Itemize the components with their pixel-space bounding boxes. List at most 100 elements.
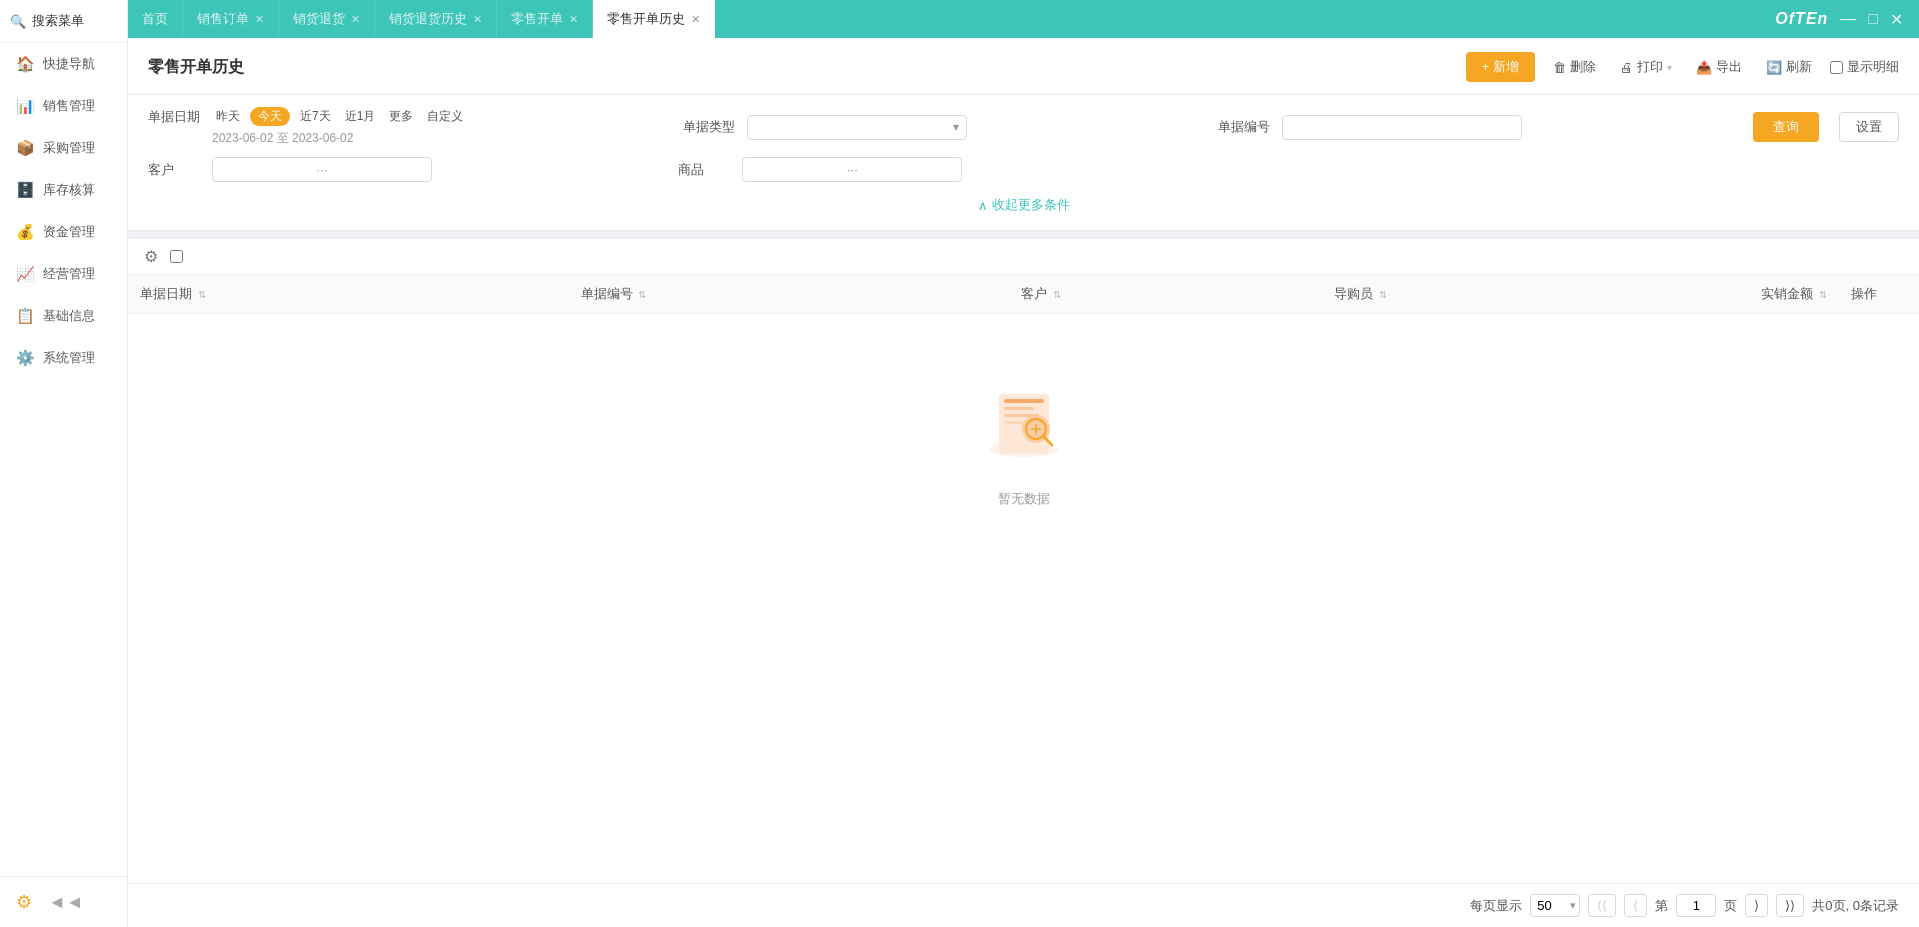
- sidebar-item-label-sales: 销售管理: [43, 97, 95, 115]
- tab-sales-order-label: 销售订单: [197, 10, 249, 28]
- sidebar-item-inventory[interactable]: 🗄️ 库存核算: [0, 169, 127, 211]
- order-no-label: 单据编号: [1218, 118, 1274, 136]
- window-max-icon[interactable]: □: [1868, 10, 1878, 28]
- date-options: 昨天 今天 近7天 近1月 更多 自定义: [212, 107, 467, 126]
- add-button[interactable]: + 新增: [1466, 52, 1535, 82]
- empty-state: 暂无数据: [128, 314, 1919, 568]
- date-yesterday[interactable]: 昨天: [212, 107, 244, 126]
- tab-sales-order[interactable]: 销售订单 ✕: [183, 0, 279, 38]
- col-header-guide[interactable]: 导购员 ⇅: [1322, 275, 1699, 314]
- doc-type-select[interactable]: [747, 115, 967, 140]
- print-label: 打印: [1637, 58, 1663, 76]
- print-icon: 🖨: [1620, 60, 1633, 75]
- window-min-icon[interactable]: —: [1840, 10, 1856, 28]
- sidebar-item-quick-nav[interactable]: 🏠 快捷导航: [0, 43, 127, 85]
- filter-goods: 商品 ···: [678, 157, 1188, 182]
- sidebar-item-finance[interactable]: 💰 资金管理: [0, 211, 127, 253]
- sidebar-item-label-inventory: 库存核算: [43, 181, 95, 199]
- ops-icon: 📈: [16, 265, 35, 283]
- date-1month[interactable]: 近1月: [341, 107, 380, 126]
- delete-icon: 🗑: [1553, 60, 1566, 75]
- page-prev-btn[interactable]: ⟨: [1624, 894, 1647, 917]
- filter-date: 单据日期 昨天 今天 近7天 近1月 更多 自定义 2023-06-02 至 2…: [148, 107, 663, 147]
- show-detail-checkbox[interactable]: 显示明细: [1830, 58, 1899, 76]
- total-info: 共0页, 0条记录: [1812, 897, 1899, 915]
- order-no-input[interactable]: [1282, 115, 1522, 140]
- tab-sales-return[interactable]: 销货退货 ✕: [279, 0, 375, 38]
- sidebar-item-label-finance: 资金管理: [43, 223, 95, 241]
- col-header-date[interactable]: 单据日期 ⇅: [128, 275, 569, 314]
- table-area: ⚙ 单据日期 ⇅ 单据编号 ⇅: [128, 239, 1919, 927]
- refresh-icon: 🔄: [1766, 60, 1782, 75]
- col-header-amount[interactable]: 实销金额 ⇅: [1699, 275, 1839, 314]
- svg-rect-2: [1004, 399, 1044, 403]
- sort-orderno-icon: ⇅: [638, 289, 646, 300]
- page-next-btn[interactable]: ⟩: [1745, 894, 1768, 917]
- date-today[interactable]: 今天: [250, 107, 290, 126]
- query-button[interactable]: 查询: [1753, 112, 1819, 142]
- sidebar-item-purchase-mgmt[interactable]: 📦 采购管理: [0, 127, 127, 169]
- sidebar-item-operations[interactable]: 📈 经营管理: [0, 253, 127, 295]
- table-settings-icon[interactable]: ⚙: [144, 247, 158, 266]
- print-button[interactable]: 🖨 打印 ▾: [1614, 54, 1678, 80]
- sidebar-item-sales-mgmt[interactable]: 📊 销售管理: [0, 85, 127, 127]
- col-header-order-no[interactable]: 单据编号 ⇅: [569, 275, 1010, 314]
- doc-type-select-wrapper: [747, 115, 967, 140]
- content-area: 零售开单历史 + 新增 🗑 删除 🖨 打印 ▾ 📤 导出: [128, 38, 1919, 927]
- page-unit: 页: [1724, 897, 1737, 915]
- page-last-btn[interactable]: ⟩⟩: [1776, 894, 1804, 917]
- customer-select-btn[interactable]: ···: [212, 157, 432, 182]
- customer-label: 客户: [148, 161, 204, 179]
- filter-row-1: 单据日期 昨天 今天 近7天 近1月 更多 自定义 2023-06-02 至 2…: [148, 107, 1899, 147]
- collapse-icon[interactable]: ◄◄: [48, 892, 84, 913]
- delete-button[interactable]: 🗑 删除: [1547, 54, 1602, 80]
- top-navigation: 首页 销售订单 ✕ 销货退货 ✕ 销货退货历史 ✕ 零售开单 ✕ 零售开单历史 …: [128, 0, 1919, 38]
- tab-retail-open[interactable]: 零售开单 ✕: [497, 0, 593, 38]
- tab-home[interactable]: 首页: [128, 0, 183, 38]
- date-7days[interactable]: 近7天: [296, 107, 335, 126]
- export-button[interactable]: 📤 导出: [1690, 54, 1748, 80]
- print-dropdown-icon: ▾: [1667, 62, 1672, 73]
- tab-sales-return-history[interactable]: 销货退货历史 ✕: [375, 0, 497, 38]
- date-range-display: 2023-06-02 至 2023-06-02: [212, 131, 353, 145]
- sort-date-icon: ⇅: [198, 289, 206, 300]
- filter-customer: 客户 ···: [148, 157, 658, 182]
- empty-text: 暂无数据: [998, 490, 1050, 508]
- gear-icon: ⚙️: [16, 349, 35, 367]
- page-title-row: 零售开单历史 + 新增 🗑 删除 🖨 打印 ▾ 📤 导出: [148, 52, 1899, 82]
- refresh-label: 刷新: [1786, 58, 1812, 76]
- collapse-button[interactable]: ∧ 收起更多条件: [978, 192, 1070, 218]
- select-all-checkbox[interactable]: [170, 250, 183, 263]
- settings-button[interactable]: 设置: [1839, 112, 1899, 142]
- close-tab-retail-open-history[interactable]: ✕: [691, 13, 700, 26]
- page-first-btn[interactable]: ⟨⟨: [1588, 894, 1616, 917]
- col-header-customer[interactable]: 客户 ⇅: [1009, 275, 1322, 314]
- page-size-select[interactable]: 10 20 50 100: [1530, 894, 1580, 917]
- sidebar-item-label-purchase: 采购管理: [43, 139, 95, 157]
- sidebar-search[interactable]: 🔍 搜索菜单: [0, 0, 127, 43]
- sort-amount-icon: ⇅: [1819, 289, 1827, 300]
- window-close-icon[interactable]: ✕: [1890, 10, 1903, 29]
- data-table: 单据日期 ⇅ 单据编号 ⇅ 客户 ⇅: [128, 275, 1919, 314]
- tab-retail-open-history[interactable]: 零售开单历史 ✕: [593, 0, 715, 38]
- show-detail-input[interactable]: [1830, 61, 1843, 74]
- tab-sales-return-history-label: 销货退货历史: [389, 10, 467, 28]
- sidebar-item-basic-info[interactable]: 📋 基础信息: [0, 295, 127, 337]
- page-input[interactable]: 1: [1676, 894, 1716, 917]
- filter-row-2: 客户 ··· 商品 ···: [148, 157, 1899, 182]
- date-custom[interactable]: 自定义: [423, 107, 467, 126]
- close-tab-sales-return-history[interactable]: ✕: [473, 13, 482, 26]
- date-more[interactable]: 更多: [385, 107, 417, 126]
- sidebar-item-sys-mgmt[interactable]: ⚙️ 系统管理: [0, 337, 127, 379]
- close-tab-retail-open[interactable]: ✕: [569, 13, 578, 26]
- goods-label: 商品: [678, 161, 734, 179]
- close-tab-sales-order[interactable]: ✕: [255, 13, 264, 26]
- sort-guide-icon: ⇅: [1379, 289, 1387, 300]
- close-tab-sales-return[interactable]: ✕: [351, 13, 360, 26]
- page-size-wrapper: 10 20 50 100: [1530, 894, 1580, 917]
- refresh-button[interactable]: 🔄 刷新: [1760, 54, 1818, 80]
- chevron-up-icon: ∧: [978, 198, 988, 213]
- settings-icon[interactable]: ⚙: [16, 891, 32, 913]
- goods-select-btn[interactable]: ···: [742, 157, 962, 182]
- search-icon: 🔍: [10, 14, 26, 29]
